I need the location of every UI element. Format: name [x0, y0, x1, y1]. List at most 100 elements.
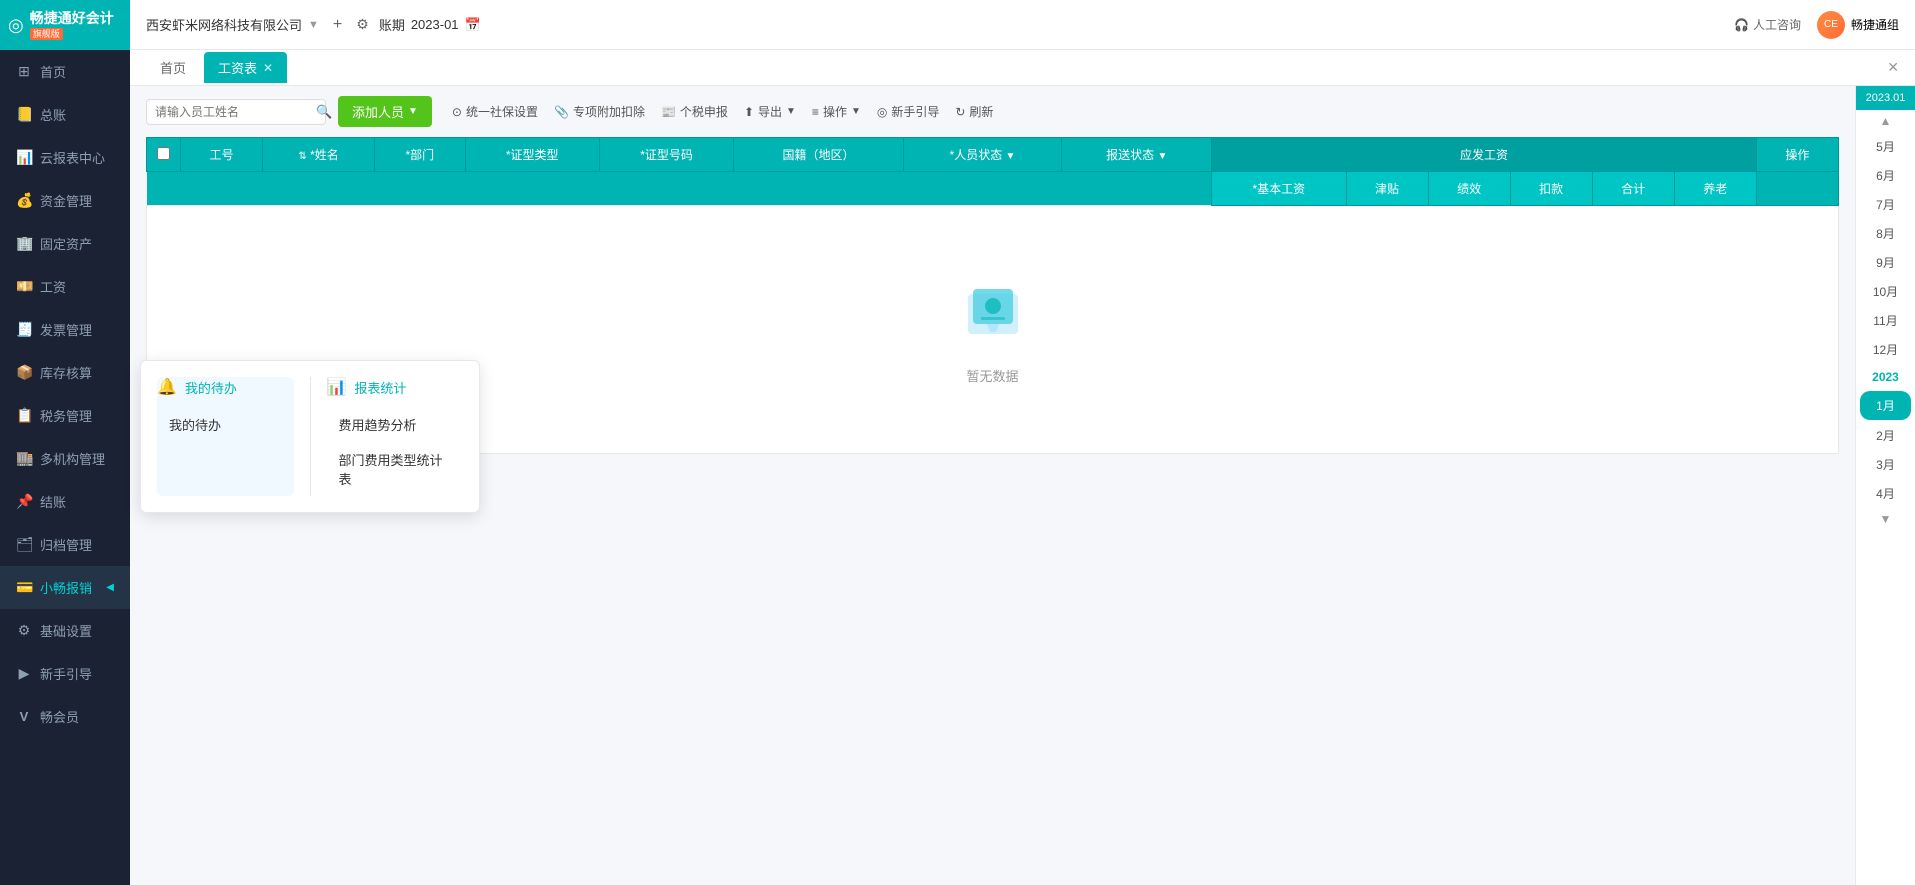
search-box[interactable]: 🔍 — [146, 99, 326, 125]
toolbar-actions: ⊙ 统一社保设置 📎 专项附加扣除 📰 个税申报 ⬆ — [452, 103, 994, 120]
popup-trend-item[interactable]: 费用趋势分析 — [327, 407, 464, 442]
sidebar-item-base[interactable]: ⚙ 基础设置 — [0, 609, 130, 652]
month-8[interactable]: 8月 — [1856, 219, 1915, 248]
tab-home[interactable]: 首页 — [146, 52, 200, 83]
sidebar-item-archive[interactable]: 🗂 归档管理 — [0, 523, 130, 566]
tax-icon: 📋 — [16, 407, 32, 424]
search-icon[interactable]: 🔍 — [316, 104, 332, 120]
sidebar-item-home[interactable]: ⊞ 首页 — [0, 50, 130, 93]
sidebar-item-member[interactable]: V 畅会员 — [0, 695, 130, 738]
tab-close-button[interactable]: ✕ — [263, 61, 273, 75]
company-selector[interactable]: 西安虾米网络科技有限公司 ▼ — [146, 15, 319, 34]
close-panel-button[interactable]: ✕ — [1887, 59, 1899, 75]
date-panel-up[interactable]: ▲ — [1856, 110, 1915, 132]
tabs-bar: 首页 工资表 ✕ ✕ — [130, 50, 1915, 86]
month-6[interactable]: 6月 — [1856, 161, 1915, 190]
logo-badge: 旗舰版 — [30, 28, 63, 40]
sidebar-item-salary[interactable]: 💴 工资 — [0, 265, 130, 308]
expense-icon: 💳 — [16, 579, 32, 596]
col-id-no: *证型号码 — [599, 138, 733, 172]
reports-popup-icon: 📊 — [327, 377, 347, 397]
month-10[interactable]: 10月 — [1856, 277, 1915, 306]
status-filter-icon[interactable]: ▼ — [1006, 151, 1016, 162]
col-salary-group: 应发工资 — [1212, 138, 1757, 172]
guide-label: 新手引导 — [891, 103, 939, 120]
inventory-icon: 📦 — [16, 364, 32, 381]
col-base-salary: *基本工资 — [1212, 172, 1346, 206]
sidebar-item-inventory[interactable]: 📦 库存核算 — [0, 351, 130, 394]
base-icon: ⚙ — [16, 622, 32, 639]
month-11[interactable]: 11月 — [1856, 306, 1915, 335]
date-panel-down[interactable]: ▼ — [1856, 508, 1915, 530]
tax-deduction-label: 专项附加扣除 — [573, 103, 645, 120]
sidebar-item-label: 基础设置 — [40, 621, 92, 640]
ledger-icon: 📒 — [16, 106, 32, 123]
home-icon: ⊞ — [16, 63, 32, 80]
report-filter-icon[interactable]: ▼ — [1157, 151, 1167, 162]
customer-service[interactable]: 🎧 人工咨询 — [1734, 16, 1801, 33]
month-2[interactable]: 2月 — [1856, 421, 1915, 450]
tax-deduction-action[interactable]: 📎 专项附加扣除 — [554, 103, 645, 120]
month-12[interactable]: 12月 — [1856, 335, 1915, 364]
sidebar-item-label: 云报表中心 — [40, 148, 105, 167]
company-name: 西安虾米网络科技有限公司 — [146, 15, 302, 34]
multi-icon: 🏬 — [16, 450, 32, 467]
settings-icon[interactable]: ⚙ — [356, 16, 369, 33]
sort-icon[interactable]: ⇅ — [298, 151, 306, 162]
tab-salary-table[interactable]: 工资表 ✕ — [204, 52, 287, 83]
popup-dept-item[interactable]: 部门费用类型统计表 — [327, 442, 464, 496]
sidebar-item-expense[interactable]: 💳 小畅报销 ◀ — [0, 566, 130, 609]
tab-spacer: ✕ — [1887, 59, 1899, 76]
operation-action[interactable]: ≡ 操作 ▼ — [812, 103, 861, 120]
tax-report-action[interactable]: 📰 个税申报 — [661, 103, 728, 120]
sidebar-item-closing[interactable]: 📌 结账 — [0, 480, 130, 523]
calendar-icon[interactable]: 📅 — [465, 17, 481, 33]
col-allowance: 津贴 — [1346, 172, 1428, 206]
current-year-label: 2023 — [1856, 364, 1915, 390]
avatar: CE — [1817, 11, 1845, 39]
period-display: 账期 2023-01 📅 — [379, 15, 481, 34]
user-profile[interactable]: CE 畅捷通组 — [1817, 11, 1899, 39]
guide-action[interactable]: ◎ 新手引导 — [877, 103, 940, 120]
export-label: 导出 — [758, 103, 782, 120]
expense-dropdown-popup: 🔔 我的待办 我的待办 📊 报表统计 费用趋势分析 部门费用类型统计表 — [140, 360, 480, 513]
col-pension: 养老 — [1674, 172, 1756, 206]
refresh-icon: ↻ — [955, 105, 965, 119]
popup-content: 🔔 我的待办 我的待办 📊 报表统计 费用趋势分析 部门费用类型统计表 — [157, 377, 463, 496]
sidebar-item-guide[interactable]: ▶ 新手引导 — [0, 652, 130, 695]
sidebar-item-multi[interactable]: 🏬 多机构管理 — [0, 437, 130, 480]
month-9[interactable]: 9月 — [1856, 248, 1915, 277]
select-all-checkbox[interactable] — [157, 147, 170, 160]
month-4[interactable]: 4月 — [1856, 479, 1915, 508]
sidebar-item-label: 首页 — [40, 62, 66, 81]
month-7[interactable]: 7月 — [1856, 190, 1915, 219]
export-action[interactable]: ⬆ 导出 ▼ — [744, 103, 796, 120]
month-1-active[interactable]: 1月 — [1860, 391, 1911, 420]
sidebar-item-tax[interactable]: 📋 税务管理 — [0, 394, 130, 437]
popup-todo-item[interactable]: 我的待办 — [157, 407, 294, 442]
date-panel-year: 2023.01 — [1866, 92, 1906, 104]
sidebar-item-funds[interactable]: 💰 资金管理 — [0, 179, 130, 222]
sidebar-item-reports[interactable]: 📊 云报表中心 — [0, 136, 130, 179]
col-checkbox[interactable] — [147, 138, 181, 172]
search-input[interactable] — [155, 105, 310, 119]
social-security-action[interactable]: ⊙ 统一社保设置 — [452, 103, 538, 120]
sidebar-item-assets[interactable]: 🏢 固定资产 — [0, 222, 130, 265]
service-label: 人工咨询 — [1753, 16, 1801, 33]
sidebar-item-label: 结账 — [40, 492, 66, 511]
month-5[interactable]: 5月 — [1856, 132, 1915, 161]
add-employee-button[interactable]: 添加人员 ▼ — [338, 96, 432, 127]
popup-reports-col: 📊 报表统计 费用趋势分析 部门费用类型统计表 — [327, 377, 464, 496]
add-company-button[interactable]: + — [333, 16, 342, 34]
month-3[interactable]: 3月 — [1856, 450, 1915, 479]
tab-home-label: 首页 — [160, 61, 186, 76]
service-icon: 🎧 — [1734, 18, 1749, 32]
sidebar-item-ledger[interactable]: 📒 总账 — [0, 93, 130, 136]
refresh-action[interactable]: ↻ 刷新 — [955, 103, 993, 120]
tax-report-label: 个税申报 — [680, 103, 728, 120]
reports-icon: 📊 — [16, 149, 32, 166]
social-security-label: 统一社保设置 — [466, 103, 538, 120]
sidebar-item-label: 小畅报销 — [40, 578, 92, 597]
operation-label: 操作 — [823, 103, 847, 120]
sidebar-item-invoice[interactable]: 🧾 发票管理 — [0, 308, 130, 351]
